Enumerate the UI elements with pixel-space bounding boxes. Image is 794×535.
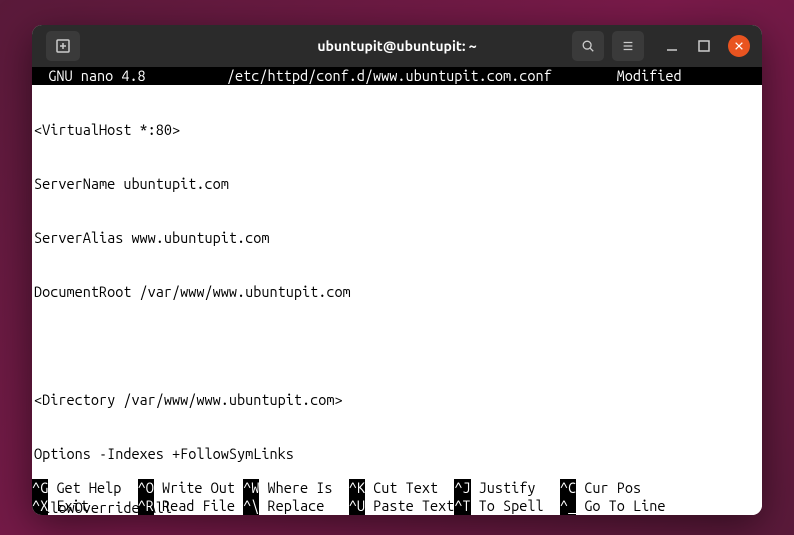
shortcut-key: ^X (32, 497, 48, 515)
editor-line: ServerAlias www.ubuntupit.com (34, 229, 762, 247)
minimize-button[interactable] (664, 38, 680, 54)
shortcut-key: ^K (349, 479, 365, 497)
shortcut-key: ^R (138, 497, 154, 515)
editor-area[interactable]: <VirtualHost *:80> ServerName ubuntupit.… (32, 85, 762, 515)
titlebar: ubuntupit@ubuntupit: ~ (32, 25, 762, 67)
editor-line (34, 337, 762, 355)
shortcut-key: ^U (349, 497, 365, 515)
editor-line: ServerName ubuntupit.com (34, 175, 762, 193)
nano-app-name: GNU nano 4.8 (32, 67, 146, 85)
close-button[interactable] (728, 35, 750, 57)
minimize-icon (664, 38, 680, 54)
shortcut-key: ^G (32, 479, 48, 497)
shortcut-action: To Spell (471, 497, 560, 515)
shortcut-action: Cut Text (365, 479, 454, 497)
shortcut-action: Go To Line (576, 497, 665, 515)
shortcut-key: ^_ (560, 497, 576, 515)
shortcut-key: ^C (560, 479, 576, 497)
new-tab-button[interactable] (46, 31, 80, 61)
shortcut-key: ^W (243, 479, 259, 497)
nano-statusbar: GNU nano 4.8 /etc/httpd/conf.d/www.ubunt… (32, 67, 762, 85)
shortcut-action: Paste Text (365, 497, 454, 515)
nano-status: Modified (617, 67, 690, 85)
terminal-content[interactable]: GNU nano 4.8 /etc/httpd/conf.d/www.ubunt… (32, 67, 762, 515)
hamburger-icon (621, 39, 635, 53)
nano-file-path: /etc/httpd/conf.d/www.ubuntupit.com.conf (227, 67, 552, 85)
editor-line: <VirtualHost *:80> (34, 121, 762, 139)
editor-line: <Directory /var/www/www.ubuntupit.com> (34, 391, 762, 409)
search-button[interactable] (572, 31, 604, 61)
shortcut-action: Cur Pos (576, 479, 641, 497)
shortcut-action: Get Help (48, 479, 137, 497)
editor-line: DocumentRoot /var/www/www.ubuntupit.com (34, 283, 762, 301)
shortcut-key: ^\ (243, 497, 259, 515)
shortcut-action: Replace (259, 497, 348, 515)
shortcut-action: Justify (471, 479, 560, 497)
menu-button[interactable] (612, 31, 644, 61)
window-title: ubuntupit@ubuntupit: ~ (317, 38, 476, 54)
shortcut-key: ^J (454, 479, 470, 497)
maximize-icon (696, 38, 712, 54)
shortcut-action: Write Out (154, 479, 243, 497)
search-icon (581, 39, 595, 53)
terminal-window: ubuntupit@ubuntupit: ~ (32, 25, 762, 515)
maximize-button[interactable] (696, 38, 712, 54)
close-icon (734, 41, 744, 51)
nano-shortcuts: ^G Get Help ^O Write Out ^W Where Is ^K … (32, 479, 762, 515)
shortcut-action: Read File (154, 497, 243, 515)
shortcut-key: ^O (138, 479, 154, 497)
shortcut-key: ^T (454, 497, 470, 515)
editor-line: Options -Indexes +FollowSymLinks (34, 445, 762, 463)
shortcut-action: Exit (48, 497, 137, 515)
new-tab-icon (55, 38, 71, 54)
shortcut-action: Where Is (259, 479, 348, 497)
